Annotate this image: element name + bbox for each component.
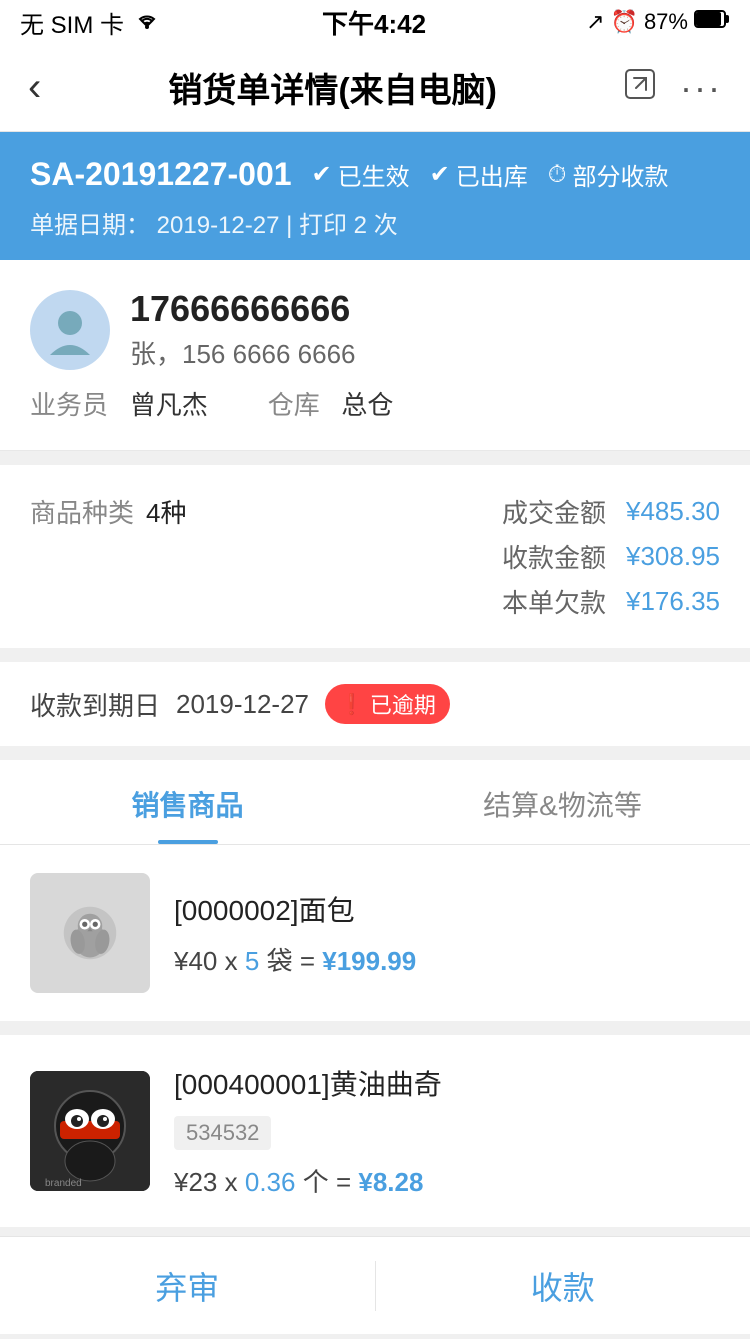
product-item: [0000002]面包 ¥40 x 5 袋 = ¥199.99 (0, 845, 750, 1021)
order-id: SA-20191227-001 (30, 156, 292, 193)
order-header: SA-20191227-001 ✔ 已生效 ✔ 已出库 ⏱ 部分收款 单据日期：… (0, 132, 750, 260)
debt-label: 本单欠款 (502, 583, 606, 620)
category-label: 商品种类 (30, 493, 134, 530)
overdue-text: 已逾期 (370, 688, 436, 720)
battery-icon (694, 9, 730, 35)
product-price-cookie: ¥23 x 0.36 个 = ¥8.28 (174, 1162, 720, 1199)
due-date-value: 2019-12-27 (176, 689, 309, 720)
tab-sales-products[interactable]: 销售商品 (0, 760, 375, 844)
received-label: 收款金额 (502, 538, 606, 575)
order-meta: 单据日期： 2019-12-27 | 打印 2 次 (30, 205, 720, 240)
cancel-review-button[interactable]: 弃审 (0, 1243, 375, 1329)
customer-phone: 17666666666 (130, 288, 356, 330)
wifi-icon (132, 8, 162, 37)
due-section: 收款到期日 2019-12-27 ❗ 已逾期 (0, 662, 750, 760)
avatar (30, 290, 110, 370)
product-qty-cookie: 0.36 (245, 1167, 296, 1197)
back-button[interactable]: ‹ (28, 65, 41, 110)
location-icon: ↗ (586, 9, 604, 35)
debt-value: ¥176.35 (626, 586, 720, 617)
collect-payment-button[interactable]: 收款 (376, 1243, 750, 1329)
clock-icon: ⏱ (548, 161, 567, 189)
status-left: 无 SIM 卡 (20, 5, 162, 40)
product-total-bread: ¥199.99 (322, 946, 416, 976)
sales-value: 曾凡杰 (130, 390, 208, 420)
received-value: ¥308.95 (626, 541, 720, 572)
battery-level: 87% (644, 9, 688, 35)
product-item: branded [000400001]黄油曲奇 534532 ¥23 x 0.3… (0, 1035, 750, 1227)
customer-sub-info: 张，156 6666 6666 (130, 334, 356, 371)
customer-meta: 业务员 曾凡杰 仓库 总仓 (30, 385, 720, 422)
stats-section: 商品种类 4种 成交金额 ¥485.30 收款金额 ¥308.95 本单欠款 ¥… (0, 451, 750, 662)
product-name-bread: [0000002]面包 (174, 889, 720, 929)
warehouse-label: 仓库 (268, 390, 320, 420)
overdue-badge: ❗ 已逾期 (325, 684, 450, 724)
nav-bar: ‹ 销货单详情(来自电脑) ··· (0, 44, 750, 132)
deal-label: 成交金额 (502, 493, 606, 530)
tabs-bar: 销售商品 结算&物流等 (0, 760, 750, 845)
bottom-toolbar: 弃审 收款 (0, 1236, 750, 1334)
more-icon[interactable]: ··· (680, 67, 722, 109)
tab-settlement[interactable]: 结算&物流等 (375, 760, 750, 844)
warehouse-value: 总仓 (341, 390, 393, 420)
status-badge-effective: ✔ 已生效 (312, 157, 410, 192)
status-time: 下午4:42 (322, 4, 426, 41)
share-icon[interactable] (624, 68, 656, 108)
sim-status: 无 SIM 卡 (20, 5, 124, 40)
status-badge-shipped: ✔ 已出库 (430, 157, 528, 192)
product-thumbnail-cookie: branded (30, 1071, 150, 1191)
product-thumbnail-bread (30, 873, 150, 993)
product-price-bread: ¥40 x 5 袋 = ¥199.99 (174, 941, 720, 978)
alarm-icon: ⏰ (611, 9, 638, 35)
deal-value: ¥485.30 (626, 496, 720, 527)
status-bar: 无 SIM 卡 下午4:42 ↗ ⏰ 87% (0, 0, 750, 44)
product-info-bread: [0000002]面包 ¥40 x 5 袋 = ¥199.99 (174, 889, 720, 978)
nav-actions: ··· (624, 67, 722, 109)
status-right: ↗ ⏰ 87% (586, 9, 730, 35)
product-name-cookie: [000400001]黄油曲奇 (174, 1063, 720, 1103)
product-qty-bread: 5 (245, 946, 259, 976)
svg-text:branded: branded (45, 1178, 82, 1189)
overdue-icon: ❗ (339, 692, 364, 717)
customer-section: 17666666666 张，156 6666 6666 业务员 曾凡杰 仓库 总… (0, 260, 750, 451)
sales-label: 业务员 (30, 390, 108, 420)
product-total-cookie: ¥8.28 (358, 1167, 423, 1197)
check-icon-2: ✔ (430, 160, 450, 189)
check-icon-1: ✔ (312, 160, 332, 189)
page-title: 销货单详情(来自电脑) (168, 63, 497, 112)
product-info-cookie: [000400001]黄油曲奇 534532 ¥23 x 0.36 个 = ¥8… (174, 1063, 720, 1199)
due-date-label: 收款到期日 (30, 686, 160, 723)
status-badge-partial: ⏱ 部分收款 (548, 157, 669, 192)
product-sku-cookie: 534532 (174, 1116, 271, 1150)
category-count: 4种 (146, 493, 186, 530)
